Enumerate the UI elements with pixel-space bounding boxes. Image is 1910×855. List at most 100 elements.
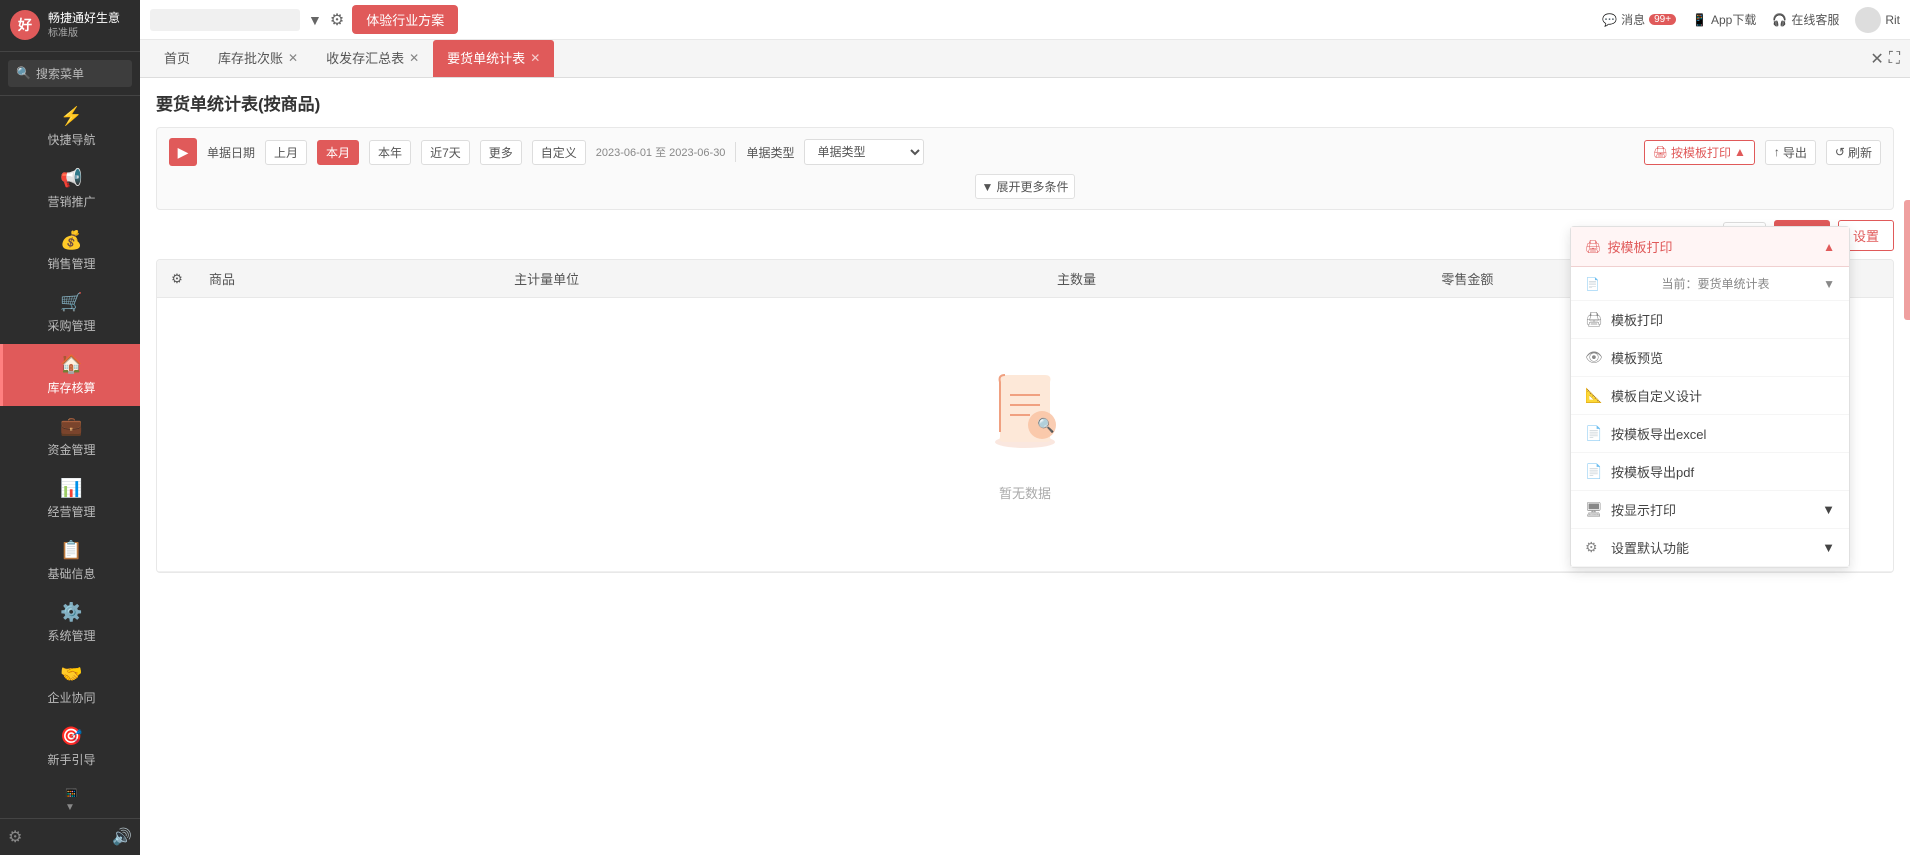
topbar-settings-button[interactable]: ⚙ xyxy=(330,10,344,30)
export-excel-icon: 📄 xyxy=(1585,425,1603,442)
date-range-display: 2023-06-01 至 2023-06-30 xyxy=(596,144,726,160)
tab-order-stats[interactable]: 要货单统计表 ✕ xyxy=(433,40,554,77)
default-fn-left: ⚙ 设置默认功能 xyxy=(1585,538,1689,557)
date-label: 单据日期 xyxy=(207,144,255,161)
search-icon: 🔍 xyxy=(16,66,31,80)
date-btn-more[interactable]: 更多 xyxy=(480,140,522,165)
avatar xyxy=(1855,7,1881,33)
tab-home[interactable]: 首页 xyxy=(150,40,204,77)
topbar-search-input[interactable] xyxy=(150,9,300,31)
tabbar: 首页 库存批次账 ✕ 收发存汇总表 ✕ 要货单统计表 ✕ ✕ ⛶ xyxy=(140,40,1910,78)
sidebar-item-sales[interactable]: 💰 销售管理 xyxy=(0,220,140,282)
inventory-icon: 🏠 xyxy=(60,354,82,375)
sidebar-footer: ⚙ 🔊 xyxy=(0,818,140,855)
close-all-tabs-button[interactable]: ✕ xyxy=(1870,49,1883,69)
th-settings[interactable]: ⚙ xyxy=(157,260,197,298)
print-dropdown-panel: 🖨 按模板打印 ▲ 📄 当前：要货单统计表 ▼ 🖨 模板打印 👁 模板预览 📐 xyxy=(1570,226,1850,568)
date-btn-7days[interactable]: 近7天 xyxy=(421,140,470,165)
sidebar-item-quicknav[interactable]: ⚡ 快捷导航 xyxy=(0,96,140,158)
tab-close-inventory-batch[interactable]: ✕ xyxy=(288,51,298,65)
dropdown-header-title: 🖨 按模板打印 xyxy=(1585,237,1673,256)
sidebar-item-appstore[interactable]: 📱 应用中心 xyxy=(0,778,140,797)
sidebar-item-operations[interactable]: 📊 经营管理 xyxy=(0,468,140,530)
collab-icon: 🤝 xyxy=(60,664,82,685)
type-label: 单据类型 xyxy=(746,144,794,161)
dropdown-item-template-print[interactable]: 🖨 模板打印 xyxy=(1571,301,1849,339)
sales-icon: 💰 xyxy=(60,230,82,251)
dropdown-item-template-design[interactable]: 📐 模板自定义设计 xyxy=(1571,377,1849,415)
marketing-icon: 📢 xyxy=(60,168,82,189)
dropdown-item-default-fn[interactable]: ⚙ 设置默认功能 ▼ xyxy=(1571,529,1849,567)
display-print-chevron: ▼ xyxy=(1822,502,1835,517)
print-icon: 🖨 xyxy=(1653,145,1668,159)
tab-close-order-stats[interactable]: ✕ xyxy=(530,51,540,65)
dropdown-item-template-preview[interactable]: 👁 模板预览 xyxy=(1571,339,1849,377)
app-download-button[interactable]: 📱 App下载 xyxy=(1692,11,1756,28)
sidebar-item-newguide[interactable]: 🎯 新手引导 xyxy=(0,716,140,778)
expand-more-button[interactable]: ▼ 展开更多条件 xyxy=(975,174,1076,199)
dropdown-header[interactable]: 🖨 按模板打印 ▲ xyxy=(1571,227,1849,267)
dropdown-item-export-excel[interactable]: 📄 按模板导出excel xyxy=(1571,415,1849,453)
date-btn-last-month[interactable]: 上月 xyxy=(265,140,307,165)
date-btn-this-year[interactable]: 本年 xyxy=(369,140,411,165)
dropdown-item-export-pdf[interactable]: 📄 按模板导出pdf xyxy=(1571,453,1849,491)
footer-audio-button[interactable]: 🔊 xyxy=(112,827,132,847)
filter-toggle-button[interactable]: ▶ xyxy=(169,138,197,166)
refresh-button[interactable]: ↺ 刷新 xyxy=(1826,140,1881,165)
tab-close-receipts-summary[interactable]: ✕ xyxy=(409,51,419,65)
default-fn-chevron: ▼ xyxy=(1822,540,1835,555)
quicknav-icon: ⚡ xyxy=(60,106,82,127)
tab-inventory-batch[interactable]: 库存批次账 ✕ xyxy=(204,40,312,77)
date-btn-custom[interactable]: 自定义 xyxy=(532,140,586,165)
topbar-dropdown-button[interactable]: ▼ xyxy=(308,12,322,28)
sidebar-item-inventory[interactable]: 🏠 库存核算 xyxy=(0,344,140,406)
display-print-icon: 🖥 xyxy=(1585,501,1603,518)
filter-row: ▶ 单据日期 上月 本月 本年 近7天 更多 自定义 2023-06-01 至 … xyxy=(169,138,1881,166)
trial-button[interactable]: 体验行业方案 xyxy=(352,5,458,34)
export-button[interactable]: ↑ 导出 xyxy=(1765,140,1816,165)
current-template-icon: 📄 xyxy=(1585,277,1600,291)
logo-icon: 好 xyxy=(10,10,40,40)
maximize-button[interactable]: ⛶ xyxy=(1889,50,1900,68)
template-preview-icon: 👁 xyxy=(1585,349,1603,366)
date-btn-this-month[interactable]: 本月 xyxy=(317,140,359,165)
print-template-button[interactable]: 🖨 按模板打印 ▲ xyxy=(1644,140,1755,165)
svg-text:🔍: 🔍 xyxy=(1037,416,1054,434)
search-menu-button[interactable]: 🔍 搜索菜单 xyxy=(8,60,132,87)
user-avatar-area[interactable]: Rit xyxy=(1855,7,1900,33)
sidebar-item-system[interactable]: ⚙️ 系统管理 xyxy=(0,592,140,654)
message-button[interactable]: 💬 消息 99+ xyxy=(1602,11,1676,28)
current-template-item[interactable]: 📄 当前：要货单统计表 ▼ xyxy=(1571,267,1849,301)
sidebar-item-marketing[interactable]: 📢 营销推广 xyxy=(0,158,140,220)
resize-handle[interactable] xyxy=(1904,200,1910,320)
sidebar-item-collab[interactable]: 🤝 企业协同 xyxy=(0,654,140,716)
tab-receipts-summary[interactable]: 收发存汇总表 ✕ xyxy=(312,40,433,77)
dropdown-chevron-icon: ▲ xyxy=(1823,240,1835,254)
basic-icon: 📋 xyxy=(60,540,82,561)
expand-chevron-icon: ▼ xyxy=(982,180,994,194)
online-service-button[interactable]: 🎧 在线客服 xyxy=(1772,11,1839,28)
type-select[interactable]: 单据类型 xyxy=(804,139,924,165)
print-header-icon: 🖨 xyxy=(1585,239,1602,255)
sidebar-nav: ⚡ 快捷导航 📢 营销推广 💰 销售管理 🛒 采购管理 🏠 库存核算 💼 资金管… xyxy=(0,96,140,797)
dropdown-item-display-print[interactable]: 🖥 按显示打印 ▼ xyxy=(1571,491,1849,529)
appstore-icon: 📱 xyxy=(60,788,82,797)
sidebar-item-basic[interactable]: 📋 基础信息 xyxy=(0,530,140,592)
template-print-icon: 🖨 xyxy=(1585,311,1603,328)
sidebar-item-purchase[interactable]: 🛒 采购管理 xyxy=(0,282,140,344)
sidebar-logo: 好 畅捷通好生意 标准版 xyxy=(0,0,140,52)
page-title: 要货单统计表(按商品) xyxy=(156,90,1894,115)
message-icon: 💬 xyxy=(1602,13,1617,27)
download-icon: 📱 xyxy=(1692,13,1707,27)
expand-more-row: ▼ 展开更多条件 xyxy=(169,174,1881,199)
filter-bar: ▶ 单据日期 上月 本月 本年 近7天 更多 自定义 2023-06-01 至 … xyxy=(156,127,1894,210)
main-content: ▼ ⚙ 体验行业方案 💬 消息 99+ 📱 App下载 🎧 在线客服 Rit xyxy=(140,0,1910,855)
refresh-icon: ↺ xyxy=(1835,145,1845,159)
system-icon: ⚙️ xyxy=(60,602,82,623)
sidebar-scroll-down[interactable]: ▼ xyxy=(0,797,140,818)
topbar-right: 💬 消息 99+ 📱 App下载 🎧 在线客服 Rit xyxy=(1602,7,1900,33)
footer-settings-button[interactable]: ⚙ xyxy=(8,827,22,847)
logo-text: 畅捷通好生意 标准版 xyxy=(48,10,120,41)
purchase-icon: 🛒 xyxy=(60,292,82,313)
sidebar-item-finance[interactable]: 💼 资金管理 xyxy=(0,406,140,468)
